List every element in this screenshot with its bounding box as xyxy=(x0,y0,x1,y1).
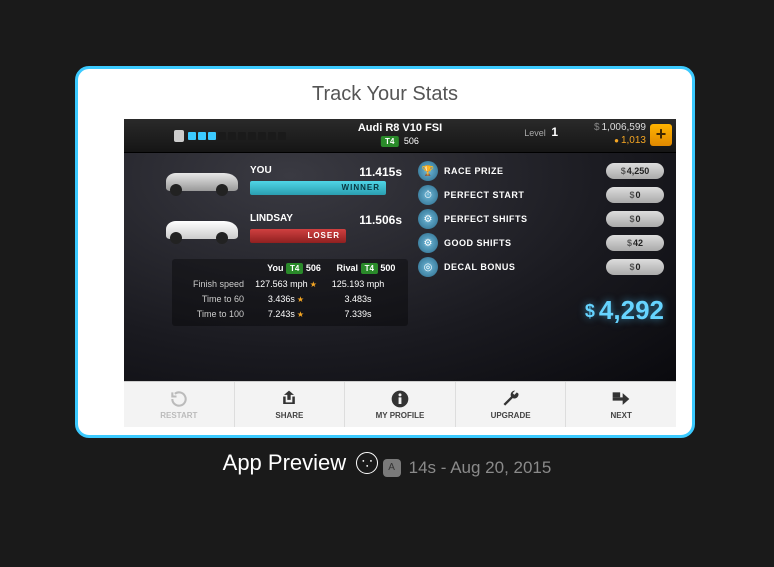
prize-icon: ⏱ xyxy=(418,185,438,205)
stats-label: Time to 60 xyxy=(178,292,250,307)
car-name-block: Audi R8 V10 FSI T4 506 xyxy=(358,122,442,147)
stats-label: Finish speed xyxy=(178,277,250,292)
loser-badge: LOSER xyxy=(250,229,346,243)
stats-row: Time to 1007.243s7.339s xyxy=(178,307,402,322)
fuel-segment xyxy=(238,132,246,140)
fuel-segment xyxy=(278,132,286,140)
car-image-you xyxy=(166,173,238,191)
preview-title: Track Your Stats xyxy=(78,69,692,116)
share-icon xyxy=(278,389,300,409)
fuel-segment xyxy=(248,132,256,140)
prize-row: 🏆 RACE PRIZE4,250 xyxy=(418,159,664,183)
game-screen: Audi R8 V10 FSI T4 506 Level 1 1,006,599… xyxy=(124,119,676,427)
stats-rival-value: 7.339s xyxy=(322,307,394,322)
prize-icon: ⚙ xyxy=(418,209,438,229)
stats-row: Time to 603.436s3.483s xyxy=(178,292,402,307)
prize-label: DECAL BONUS xyxy=(444,262,606,272)
fuel-segment xyxy=(258,132,266,140)
prize-value: 42 xyxy=(606,235,664,251)
game-topbar: Audi R8 V10 FSI T4 506 Level 1 1,006,599… xyxy=(124,119,676,153)
caption-subtitle: 14s - Aug 20, 2015 xyxy=(409,458,552,478)
next-button[interactable]: NEXT xyxy=(566,382,676,427)
info-icon xyxy=(389,389,411,409)
more-button[interactable]: ● ● ● xyxy=(356,452,378,474)
fuel-segment xyxy=(208,132,216,140)
car-image-rival xyxy=(166,221,238,239)
racer-time-rival: 11.506s xyxy=(359,213,402,227)
stats-rival-value: 125.193 mph xyxy=(322,277,394,292)
prize-row: ⚙ PERFECT SHIFTS0 xyxy=(418,207,664,231)
prize-label: RACE PRIZE xyxy=(444,166,606,176)
stats-row: Finish speed127.563 mph125.193 mph xyxy=(178,277,402,292)
stats-table: You T4 506 Rival T4 500 Finish speed127.… xyxy=(172,259,408,326)
app-preview-frame: Track Your Stats Audi R8 V10 FSI T4 506 … xyxy=(75,66,695,438)
prize-row: ⏱ PERFECT START0 xyxy=(418,183,664,207)
stats-you-value: 3.436s xyxy=(250,292,322,307)
share-button[interactable]: SHARE xyxy=(235,382,346,427)
prize-icon: ◎ xyxy=(418,257,438,277)
fuel-segment xyxy=(198,132,206,140)
caption-title: App Preview xyxy=(223,450,347,476)
racer-name-rival: LINDSAY xyxy=(250,213,293,224)
tier-badge: T4 xyxy=(381,136,398,147)
prize-row: ◎ DECAL BONUS0 xyxy=(418,255,664,279)
prize-value: 4,250 xyxy=(606,163,664,179)
prize-label: GOOD SHIFTS xyxy=(444,238,606,248)
prize-icon: ⚙ xyxy=(418,233,438,253)
fuel-icon xyxy=(174,130,184,142)
car-name: Audi R8 V10 FSI xyxy=(358,122,442,134)
prize-row: ⚙ GOOD SHIFTS42 xyxy=(418,231,664,255)
fuel-gauge xyxy=(174,130,286,142)
stats-rival-value: 3.483s xyxy=(322,292,394,307)
prize-icon: 🏆 xyxy=(418,161,438,181)
fuel-segment xyxy=(188,132,196,140)
fuel-segment xyxy=(268,132,276,140)
level-indicator: Level 1 xyxy=(524,125,558,139)
currency-block: 1,006,599 1,013 xyxy=(594,121,646,147)
tier-value: 506 xyxy=(404,136,419,146)
my-profile-button[interactable]: MY PROFILE xyxy=(345,382,456,427)
wrench-icon xyxy=(500,389,522,409)
racer-rival: LINDSAY 11.506s LOSER xyxy=(172,207,408,253)
prize-value: 0 xyxy=(606,211,664,227)
prize-label: PERFECT SHIFTS xyxy=(444,214,606,224)
cash-amount: 1,006,599 xyxy=(594,121,646,134)
fuel-segment xyxy=(218,132,226,140)
restart-icon xyxy=(168,389,190,409)
game-main: YOU 11.415s WINNER LINDSAY 11.506s LOSER… xyxy=(124,153,676,381)
next-arrow-icon xyxy=(610,389,632,409)
prize-value: 0 xyxy=(606,187,664,203)
upgrade-button[interactable]: UPGRADE xyxy=(456,382,567,427)
stats-you-value: 7.243s xyxy=(250,307,322,322)
restart-button[interactable]: RESTART xyxy=(124,382,235,427)
racer-name-you: YOU xyxy=(250,165,272,176)
total-prize: $4,292 xyxy=(418,295,664,326)
action-bar: RESTART SHARE MY PROFILE UPGRADE NEXT xyxy=(124,381,676,427)
stats-you-value: 127.563 mph xyxy=(250,277,322,292)
gold-amount: 1,013 xyxy=(594,134,646,147)
racer-time-you: 11.415s xyxy=(359,165,402,179)
add-currency-button[interactable]: + xyxy=(650,124,672,146)
results-panel: YOU 11.415s WINNER LINDSAY 11.506s LOSER… xyxy=(124,153,412,381)
fuel-segment xyxy=(228,132,236,140)
winner-badge: WINNER xyxy=(250,181,386,195)
prize-label: PERFECT START xyxy=(444,190,606,200)
preview-caption: App Preview ● ● ● A 14s - Aug 20, 2015 xyxy=(0,450,774,478)
prizes-panel: 🏆RACE PRIZE4,250⏱PERFECT START0⚙PERFECT … xyxy=(412,153,676,381)
racer-you: YOU 11.415s WINNER xyxy=(172,159,408,205)
stats-label: Time to 100 xyxy=(178,307,250,322)
prize-value: 0 xyxy=(606,259,664,275)
appstore-icon: A xyxy=(383,459,401,477)
